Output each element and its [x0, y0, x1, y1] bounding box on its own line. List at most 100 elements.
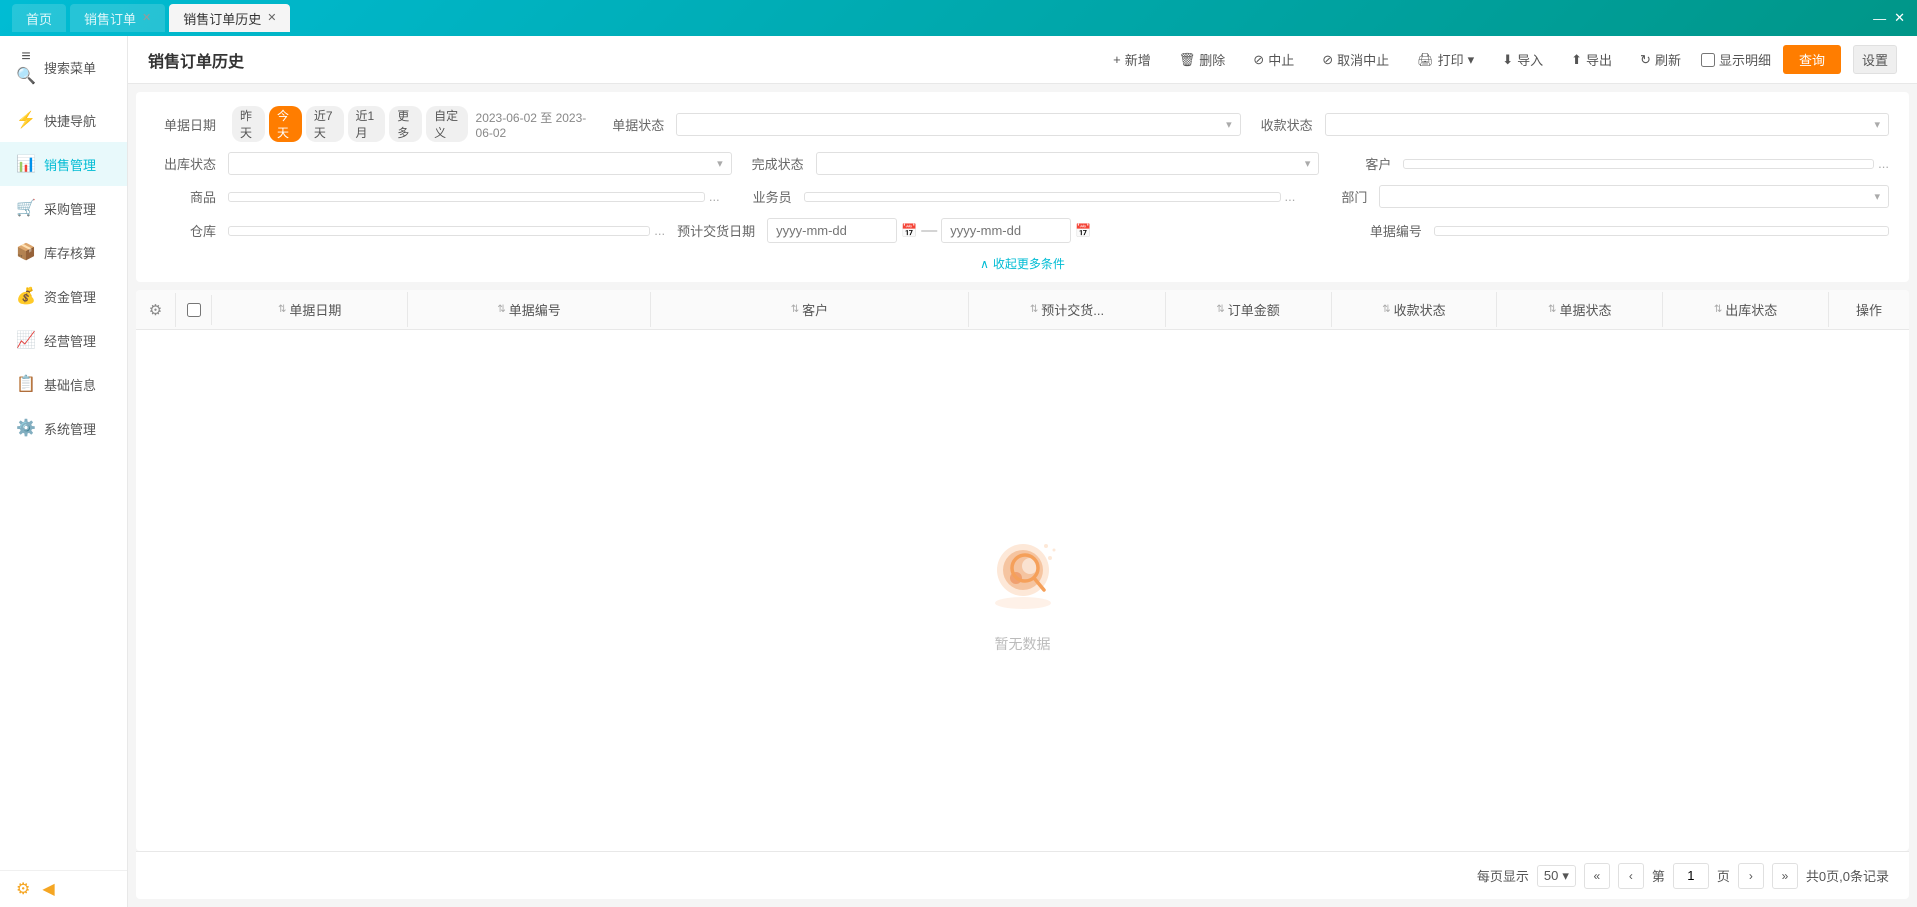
print-button[interactable]: 🖨 打印 ▾ — [1409, 46, 1482, 73]
tab-home-label: 首页 — [26, 9, 52, 28]
order-no-input[interactable] — [1434, 226, 1889, 236]
warehouse-input[interactable] — [228, 226, 650, 236]
receipt-status-select[interactable]: ▾ — [1325, 113, 1889, 136]
collapse-label: 收起更多条件 — [993, 255, 1065, 272]
collapse-button[interactable]: ∧ 收起更多条件 — [156, 253, 1889, 274]
cancel-stop-icon: ⊘ — [1322, 52, 1333, 68]
receipt-status-chevron: ▾ — [1874, 118, 1880, 131]
th-status[interactable]: ⇅ 单据状态 — [1497, 292, 1663, 327]
complete-status-chevron: ▾ — [1305, 157, 1311, 170]
table-header: ⚙ ⇅ 单据日期 ⇅ 单据编号 ⇅ 客户 ⇅ — [136, 290, 1909, 330]
th-settings[interactable]: ⚙ — [136, 293, 176, 327]
calendar-start-icon[interactable]: 📅 — [901, 223, 917, 239]
complete-status-select[interactable]: ▾ — [816, 152, 1320, 175]
sidebar-item-sys-mgmt[interactable]: ⚙️ 系统管理 — [0, 406, 127, 450]
date-tag-custom[interactable]: 自定义 — [426, 106, 467, 142]
sidebar-item-purchase-mgmt[interactable]: 🛒 采购管理 — [0, 186, 127, 230]
sidebar-item-finance[interactable]: 💰 资金管理 — [0, 274, 127, 318]
next-page-button[interactable]: › — [1738, 863, 1764, 889]
th-delivery[interactable]: ⇅ 预计交货... — [969, 292, 1165, 327]
sales-mgmt-icon: 📊 — [16, 154, 36, 174]
base-info-icon: 📋 — [16, 374, 36, 394]
delete-button[interactable]: 🗑 删除 — [1171, 46, 1234, 73]
finance-icon: 💰 — [16, 286, 36, 306]
inventory-icon: 📦 — [16, 242, 36, 262]
th-receipt[interactable]: ⇅ 收款状态 — [1332, 292, 1498, 327]
tab-sales-order[interactable]: 销售订单 ✕ — [70, 4, 165, 32]
display-toggle[interactable]: 显示明细 — [1701, 50, 1771, 69]
sidebar-item-sales-mgmt-label: 销售管理 — [44, 155, 96, 174]
settings-button[interactable]: 设置 — [1853, 45, 1897, 74]
date-tag-7days[interactable]: 近7天 — [306, 106, 344, 142]
goods-ellipsis[interactable]: ... — [709, 189, 720, 204]
sidebar-item-sys-mgmt-label: 系统管理 — [44, 419, 96, 438]
tab-sales-order-label: 销售订单 — [84, 9, 136, 28]
date-field: 昨天 今天 近7天 近1月 更多 自定义 2023-06-02 至 2023-0… — [228, 106, 592, 142]
stop-button[interactable]: ⊘ 中止 — [1245, 46, 1302, 73]
sidebar-item-inventory[interactable]: 📦 库存核算 — [0, 230, 127, 274]
complete-status-label: 完成状态 — [744, 154, 804, 173]
tab-sales-order-history[interactable]: 销售订单历史 ✕ — [169, 4, 290, 32]
import-button[interactable]: ⬇ 导入 — [1494, 46, 1551, 73]
sidebar-item-operations[interactable]: 📈 经营管理 — [0, 318, 127, 362]
date-tag-today[interactable]: 昨天 — [232, 106, 265, 142]
sidebar-item-operations-label: 经营管理 — [44, 331, 96, 350]
prev-page-button[interactable]: ‹ — [1618, 863, 1644, 889]
sidebar-item-finance-label: 资金管理 — [44, 287, 96, 306]
page-header: 销售订单历史 + 新增 🗑 删除 ⊘ 中止 ⊘ 取消中止 — [128, 36, 1917, 84]
warehouse-ellipsis[interactable]: ... — [654, 223, 665, 238]
delivery-date-end[interactable] — [941, 218, 1071, 243]
page-input[interactable] — [1673, 863, 1709, 889]
goods-input[interactable] — [228, 192, 705, 202]
select-all-checkbox[interactable] — [187, 303, 201, 317]
operations-icon: 📈 — [16, 330, 36, 350]
quick-nav-icon: ⚡ — [16, 110, 36, 130]
export-button[interactable]: ⬆ 导出 — [1563, 46, 1620, 73]
refresh-button[interactable]: ↻ 刷新 — [1632, 46, 1689, 73]
sidebar-item-sales-mgmt[interactable]: 📊 销售管理 — [0, 142, 127, 186]
filter-area: 单据日期 昨天 今天 近7天 近1月 更多 自定义 2023-06-02 至 2… — [136, 92, 1909, 282]
th-amount[interactable]: ⇅ 订单金额 — [1166, 292, 1332, 327]
calendar-end-icon[interactable]: 📅 — [1075, 223, 1091, 239]
sidebar-settings-icon[interactable]: ⚙ — [16, 879, 30, 899]
page-size-select[interactable]: 50 ▾ — [1537, 865, 1576, 887]
filter-row-2: 出库状态 ▾ 完成状态 ▾ 客户 ... — [156, 152, 1889, 175]
sidebar-collapse-icon[interactable]: ◀ — [42, 879, 54, 899]
order-status-select[interactable]: ▾ — [676, 113, 1240, 136]
sidebar-item-base-info[interactable]: 📋 基础信息 — [0, 362, 127, 406]
display-toggle-checkbox[interactable] — [1701, 53, 1715, 67]
stock-out-select[interactable]: ▾ — [228, 152, 732, 175]
dept-select[interactable]: ▾ — [1379, 185, 1889, 208]
customer-input[interactable] — [1403, 159, 1874, 169]
minimize-icon[interactable]: — — [1873, 11, 1886, 26]
th-customer[interactable]: ⇅ 客户 — [651, 292, 970, 327]
tab-sales-order-close[interactable]: ✕ — [142, 13, 151, 24]
th-stock[interactable]: ⇅ 出库状态 — [1663, 292, 1829, 327]
salesperson-ellipsis[interactable]: ... — [1285, 189, 1296, 204]
date-tag-1month[interactable]: 近1月 — [348, 106, 386, 142]
page-size-label: 每页显示 — [1477, 866, 1529, 885]
th-no[interactable]: ⇅ 单据编号 — [408, 292, 650, 327]
date-tag-3days[interactable]: 今天 — [269, 106, 302, 142]
cancel-stop-button[interactable]: ⊘ 取消中止 — [1314, 46, 1397, 73]
th-date[interactable]: ⇅ 单据日期 — [212, 292, 408, 327]
th-check[interactable] — [176, 295, 212, 325]
salesperson-input[interactable] — [804, 192, 1281, 202]
sidebar-item-quick-nav[interactable]: ⚡ 快捷导航 — [0, 98, 127, 142]
date-tag-more[interactable]: 更多 — [389, 106, 422, 142]
last-page-button[interactable]: » — [1772, 863, 1798, 889]
filter-row-4: 仓库 ... 预计交货日期 📅 — 📅 单据编号 — [156, 218, 1889, 243]
customer-ellipsis[interactable]: ... — [1878, 156, 1889, 171]
empty-illustration — [978, 528, 1068, 618]
tab-home[interactable]: 首页 — [12, 4, 66, 32]
purchase-mgmt-icon: 🛒 — [16, 198, 36, 218]
table-settings-icon[interactable]: ⚙ — [149, 301, 162, 319]
sidebar-item-search-menu[interactable]: ≡🔍 搜索菜单 — [0, 36, 127, 98]
close-window-icon[interactable]: ✕ — [1894, 10, 1905, 26]
delivery-date-start[interactable] — [767, 218, 897, 243]
new-button[interactable]: + 新增 — [1105, 46, 1159, 73]
query-button[interactable]: 查询 — [1783, 45, 1841, 74]
tab-sales-order-history-close[interactable]: ✕ — [267, 13, 276, 24]
date-label: 单据日期 — [156, 115, 216, 134]
first-page-button[interactable]: « — [1584, 863, 1610, 889]
